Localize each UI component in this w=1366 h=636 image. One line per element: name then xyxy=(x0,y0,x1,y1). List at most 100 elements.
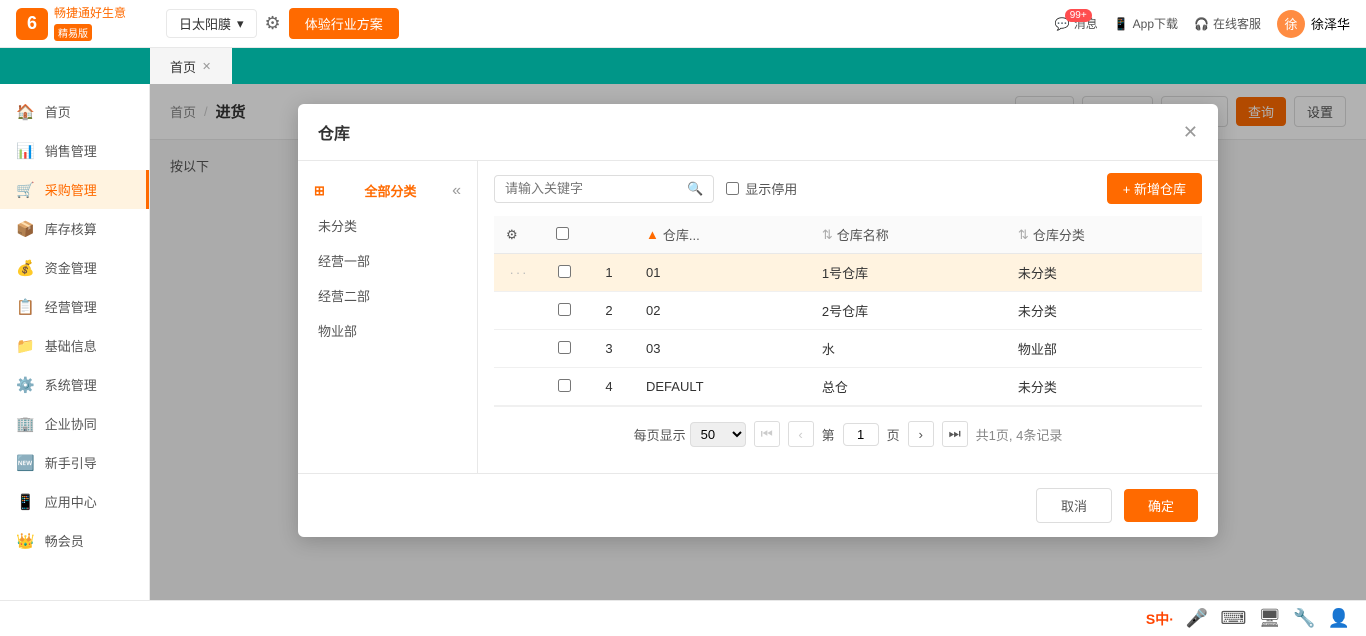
prev-page-button[interactable]: ‹ xyxy=(788,421,814,447)
username: 徐泽华 xyxy=(1311,14,1350,33)
sidebar-item-base[interactable]: 📁 基础信息 xyxy=(0,326,149,365)
sidebar-item-apps[interactable]: 📱 应用中心 xyxy=(0,482,149,521)
operations-icon: 📋 xyxy=(16,298,35,316)
topbar-right: 💬 消息 99+ 📱 App下载 🎧 在线客服 徐 徐泽华 xyxy=(1055,10,1350,38)
tab-close-icon[interactable]: ✕ xyxy=(202,60,211,73)
all-categories-label: 全部分类 xyxy=(364,181,416,200)
last-page-button[interactable]: ⏭ xyxy=(942,421,968,447)
app-download[interactable]: 📱 App下载 xyxy=(1114,15,1178,32)
store-selector[interactable]: 日太阳膜 ▾ xyxy=(166,9,257,38)
trial-button[interactable]: 体验行业方案 xyxy=(289,8,399,39)
row-checkbox-1[interactable] xyxy=(558,265,571,278)
sidebar-item-system[interactable]: ⚙️ 系统管理 xyxy=(0,365,149,404)
row-check-4 xyxy=(544,368,584,406)
tool-icon[interactable]: 🔧 xyxy=(1293,608,1315,629)
sidebar-item-operations[interactable]: 📋 经营管理 xyxy=(0,287,149,326)
sidebar-item-member[interactable]: 👑 畅会员 xyxy=(0,521,149,560)
sidebar-item-purchase[interactable]: 🛒 采购管理 xyxy=(0,170,149,209)
row-check xyxy=(544,254,584,292)
sidebar-system-label: 系统管理 xyxy=(45,375,97,394)
app-name: 畅捷通好生意 xyxy=(54,6,126,22)
sidebar-operations-label: 经营管理 xyxy=(45,297,97,316)
sidebar-home-label: 首页 xyxy=(45,102,71,121)
cat-item-uncat[interactable]: 未分类 xyxy=(298,208,477,243)
sidebar-item-inventory[interactable]: 📦 库存核算 xyxy=(0,209,149,248)
search-input[interactable] xyxy=(505,181,681,196)
search-box: 🔍 xyxy=(494,175,714,203)
row-num-1: 1 xyxy=(584,254,634,292)
row-category-1: 未分类 xyxy=(1006,254,1202,292)
row-gear-2 xyxy=(494,292,544,330)
next-page-button[interactable]: › xyxy=(908,421,934,447)
cancel-button[interactable]: 取消 xyxy=(1036,488,1112,523)
settings-icon[interactable]: ⚙ xyxy=(265,13,281,34)
apps-icon: 📱 xyxy=(16,493,35,511)
chevron-down-icon: ▾ xyxy=(237,16,244,32)
topbar-center: 日太阳膜 ▾ ⚙ 体验行业方案 xyxy=(166,8,1055,39)
sort-icon-name: ⇅ xyxy=(822,227,833,243)
select-all-checkbox[interactable] xyxy=(556,227,569,240)
table-row[interactable]: 2 02 2号仓库 未分类 xyxy=(494,292,1202,330)
keyboard-icon[interactable]: ⌨ xyxy=(1220,608,1246,629)
per-page-select[interactable]: 50 100 200 xyxy=(690,422,746,447)
row-num-4: 4 xyxy=(584,368,634,406)
sidebar-item-finance[interactable]: 💰 资金管理 xyxy=(0,248,149,287)
purchase-icon: 🛒 xyxy=(16,181,35,199)
all-categories-item[interactable]: ⊞ 全部分类 « xyxy=(298,173,477,208)
page-number-input[interactable] xyxy=(843,423,879,446)
cat-item-property[interactable]: 物业部 xyxy=(298,313,477,348)
page-summary: 共1页, 4条记录 xyxy=(976,425,1063,444)
nav-tabs: 首页 ✕ xyxy=(0,48,1366,84)
sidebar-item-home[interactable]: 🏠 首页 xyxy=(0,92,149,131)
modal-title: 仓库 xyxy=(318,120,350,144)
add-warehouse-button[interactable]: + 新增仓库 xyxy=(1107,173,1202,204)
tab-home[interactable]: 首页 ✕ xyxy=(150,48,232,84)
modal-close-button[interactable]: ✕ xyxy=(1183,122,1198,143)
message-notification[interactable]: 💬 消息 99+ xyxy=(1055,15,1098,32)
cat-item-op1[interactable]: 经营一部 xyxy=(298,243,477,278)
table-row[interactable]: 4 DEFAULT 总仓 未分类 xyxy=(494,368,1202,406)
table-row[interactable]: ··· 1 01 1号仓库 未分类 xyxy=(494,254,1202,292)
main-layout: 🏠 首页 📊 销售管理 🛒 采购管理 📦 库存核算 💰 资金管理 📋 经营管理 … xyxy=(0,84,1366,636)
row-checkbox-2[interactable] xyxy=(558,303,571,316)
headset-icon: 🎧 xyxy=(1194,17,1209,31)
sidebar-item-guide[interactable]: 🆕 新手引导 xyxy=(0,443,149,482)
row-name-1: 1号仓库 xyxy=(810,254,1006,292)
user-bottom-icon[interactable]: 👤 xyxy=(1328,608,1350,629)
page-label: 第 xyxy=(822,425,835,444)
sidebar-item-enterprise[interactable]: 🏢 企业协同 xyxy=(0,404,149,443)
sidebar-item-sales[interactable]: 📊 销售管理 xyxy=(0,131,149,170)
table-row[interactable]: 3 03 水 物业部 xyxy=(494,330,1202,368)
show-disabled-checkbox[interactable] xyxy=(726,182,739,195)
row-checkbox-3[interactable] xyxy=(558,341,571,354)
collapse-button[interactable]: « xyxy=(452,182,461,200)
confirm-button[interactable]: 确定 xyxy=(1124,489,1198,522)
phone-icon: 📱 xyxy=(1114,17,1129,31)
sidebar-enterprise-label: 企业协同 xyxy=(45,414,97,433)
row-checkbox-4[interactable] xyxy=(558,379,571,392)
sales-icon: 📊 xyxy=(16,142,35,160)
first-page-button[interactable]: ⏮ xyxy=(754,421,780,447)
th-category: ⇅ 仓库分类 xyxy=(1006,216,1202,254)
row-category-2: 未分类 xyxy=(1006,292,1202,330)
user-info[interactable]: 徐 徐泽华 xyxy=(1277,10,1350,38)
row-code-2: 02 xyxy=(634,292,810,330)
row-gear-4 xyxy=(494,368,544,406)
brand-bottom: S中· xyxy=(1146,609,1174,629)
modal-overlay: 仓库 ✕ ⊞ 全部分类 « 未分类 经营一部 经营二部 xyxy=(150,84,1366,636)
table-toolbar: 🔍 显示停用 + 新增仓库 xyxy=(494,173,1202,204)
mic-icon[interactable]: 🎤 xyxy=(1186,608,1208,629)
monitor-icon[interactable]: 🖥 xyxy=(1258,608,1281,629)
th-check xyxy=(544,216,584,254)
row-num-2: 2 xyxy=(584,292,634,330)
online-service[interactable]: 🎧 在线客服 xyxy=(1194,15,1261,32)
category-sidebar: ⊞ 全部分类 « 未分类 经营一部 经营二部 物业部 xyxy=(298,161,478,473)
app-download-label: App下载 xyxy=(1133,15,1178,32)
home-icon: 🏠 xyxy=(16,103,35,121)
modal-body: ⊞ 全部分类 « 未分类 经营一部 经营二部 物业部 xyxy=(298,161,1218,473)
cat-item-op2[interactable]: 经营二部 xyxy=(298,278,477,313)
sidebar-base-label: 基础信息 xyxy=(45,336,97,355)
row-check-2 xyxy=(544,292,584,330)
grid-icon: ⊞ xyxy=(314,183,325,199)
per-page-label: 每页显示 xyxy=(634,425,686,444)
